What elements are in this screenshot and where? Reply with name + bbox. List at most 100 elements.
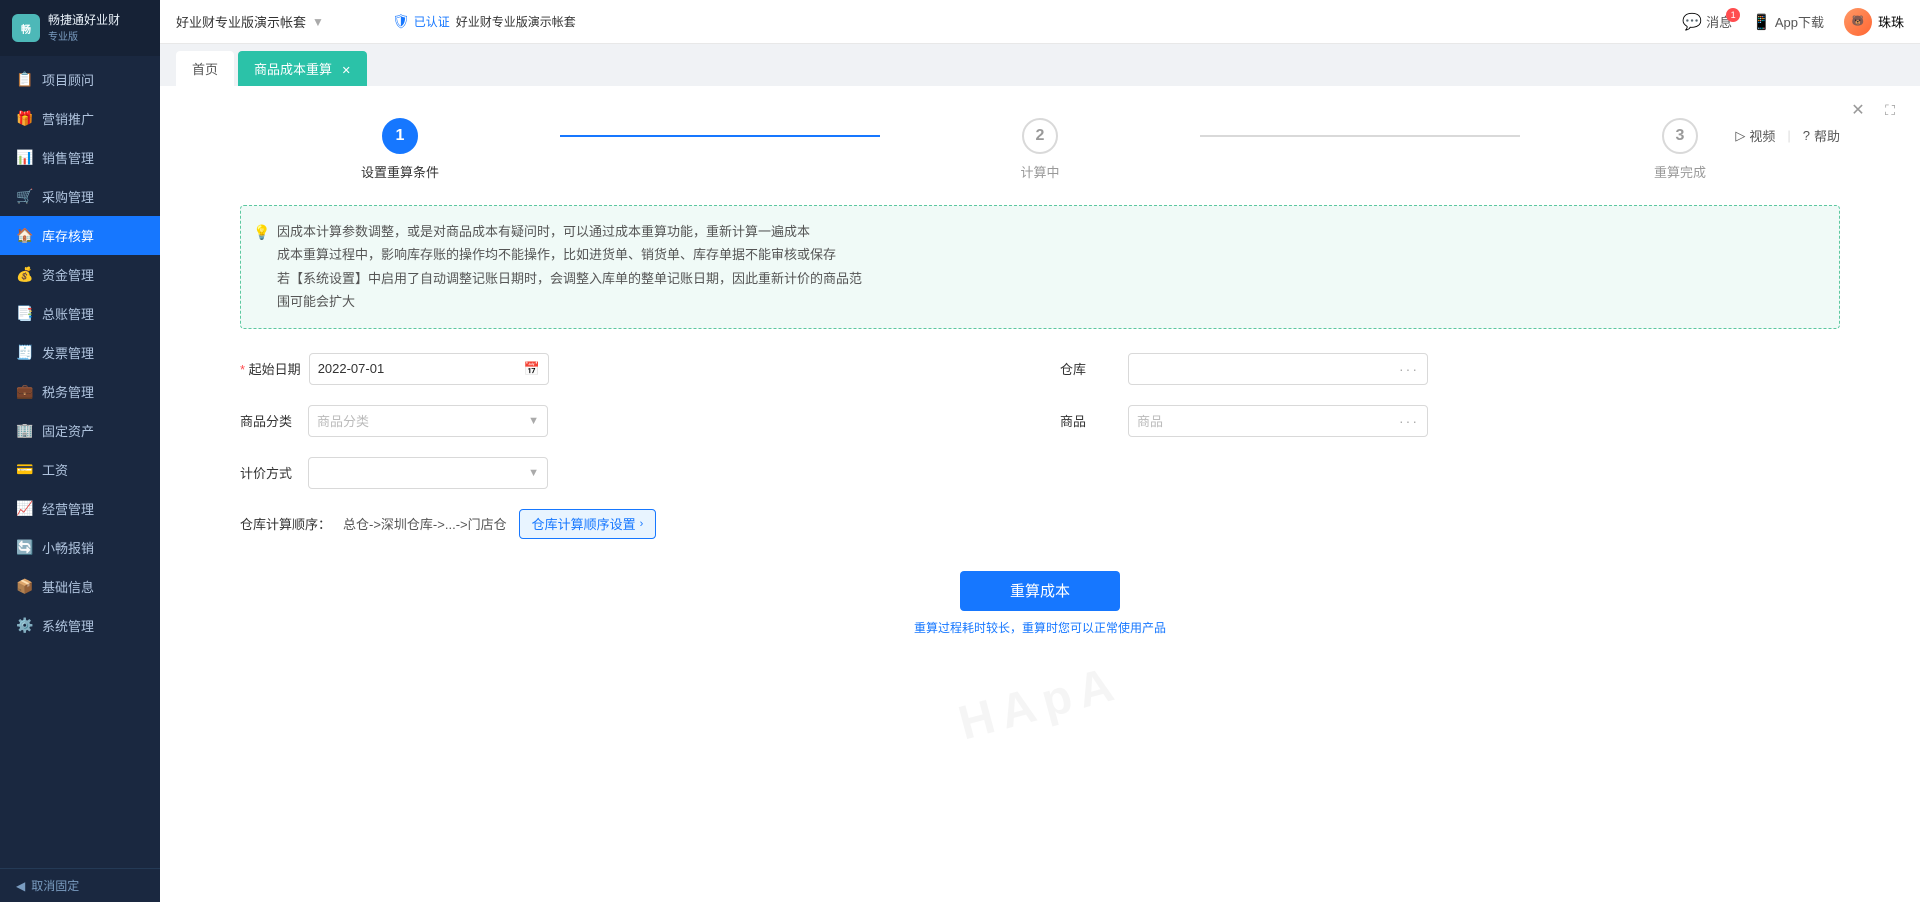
- recalc-button[interactable]: 重算成本: [960, 571, 1120, 611]
- step-1-circle: 1: [382, 118, 418, 154]
- start-date-field: 起始日期 📅: [240, 353, 1020, 385]
- play-icon: ▷: [1735, 128, 1745, 144]
- step-3-num: 3: [1676, 127, 1685, 145]
- step-3-label: 重算完成: [1654, 162, 1706, 181]
- category-placeholder: 商品分类: [317, 411, 369, 430]
- pricing-select[interactable]: ▼: [308, 457, 548, 489]
- goods-select[interactable]: 商品 ···: [1128, 405, 1428, 437]
- app-name: 畅捷通好业财: [48, 13, 120, 29]
- phone-icon: 📱: [1752, 13, 1771, 31]
- sidebar-item-label: 销售管理: [42, 148, 94, 167]
- lightbulb-icon: 💡: [253, 220, 270, 245]
- step-line-1: [560, 135, 880, 137]
- message-icon: 💬: [1682, 12, 1702, 32]
- sidebar-item-purchase[interactable]: 🛒 采购管理: [0, 177, 160, 216]
- topbar-right: 💬 消息 1 📱 App下载 🐻 珠珠: [1682, 8, 1904, 36]
- category-select[interactable]: 商品分类 ▼: [308, 405, 548, 437]
- form-container: 起始日期 📅 仓库 ··· 商品分类: [160, 353, 1920, 731]
- tab-home-label: 首页: [192, 62, 218, 77]
- recalc-hint: 重算过程耗时较长，重算时您可以正常使用产品: [240, 619, 1840, 636]
- salary-icon: 💳: [16, 461, 34, 479]
- notice-text-4: 围可能会扩大: [277, 290, 1823, 313]
- category-field: 商品分类 商品分类 ▼: [240, 405, 1020, 437]
- verified-account-name: 好业财专业版演示帐套: [456, 13, 576, 30]
- tab-close-icon[interactable]: ✕: [342, 65, 351, 77]
- sidebar-item-label: 项目顾问: [42, 70, 94, 89]
- chevron-down-icon: ▼: [528, 467, 539, 479]
- video-link[interactable]: ▷ 视频: [1735, 126, 1775, 145]
- sidebar-item-assets[interactable]: 🏢 固定资产: [0, 411, 160, 450]
- start-date-input[interactable]: 📅: [309, 353, 549, 385]
- form-row-3: 计价方式 ▼: [240, 457, 1840, 489]
- step-3-circle: 3: [1662, 118, 1698, 154]
- step-line-2: [1200, 135, 1520, 137]
- expense-icon: 🔄: [16, 539, 34, 557]
- sidebar-item-label: 固定资产: [42, 421, 94, 440]
- step-1-num: 1: [396, 127, 405, 145]
- calendar-icon: 📅: [524, 361, 540, 377]
- notice-box: 💡 因成本计算参数调整，或是对商品成本有疑问时，可以通过成本重算功能，重新计算一…: [240, 205, 1840, 329]
- verified-label: 已认证: [414, 13, 450, 30]
- sidebar-item-tax[interactable]: 💼 税务管理: [0, 372, 160, 411]
- calc-order-value: 总仓->深圳仓库->...->门店仓: [343, 514, 507, 533]
- tab-recalc[interactable]: 商品成本重算 ✕: [238, 51, 367, 86]
- sidebar-nav: 📋 项目顾问 🎁 营销推广 📊 销售管理 🛒 采购管理 🏠 库存核算 💰 资金管…: [0, 56, 160, 868]
- message-badge: 1: [1726, 8, 1740, 22]
- sidebar-item-marketing[interactable]: 🎁 营销推广: [0, 99, 160, 138]
- chevron-down-icon: ▼: [312, 15, 324, 29]
- sidebar-item-sales[interactable]: 📊 销售管理: [0, 138, 160, 177]
- sidebar-item-base[interactable]: 📦 基础信息: [0, 567, 160, 606]
- sidebar-item-invoice[interactable]: 🧾 发票管理: [0, 333, 160, 372]
- tab-home[interactable]: 首页: [176, 51, 234, 86]
- sidebar-item-ledger[interactable]: 📑 总账管理: [0, 294, 160, 333]
- tabs-bar: 首页 商品成本重算 ✕: [160, 44, 1920, 86]
- sidebar-item-label: 库存核算: [42, 226, 94, 245]
- topbar: 好业财专业版演示帐套 ▼ 🛡 已认证 好业财专业版演示帐套 💬 消息 1 📱 A…: [160, 0, 1920, 44]
- calc-order-btn-label: 仓库计算顺序设置: [532, 514, 636, 533]
- sidebar-item-label: 工资: [42, 460, 68, 479]
- chevron-right-icon: ›: [640, 518, 644, 530]
- system-icon: ⚙️: [16, 617, 34, 635]
- step-2-label: 计算中: [1020, 162, 1059, 181]
- notice-text-2: 成本重算过程中，影响库存账的操作均不能操作，比如进货单、销货单、库存单据不能审核…: [277, 243, 1823, 266]
- calc-order-label: 仓库计算顺序：: [240, 514, 331, 533]
- sidebar-item-label: 系统管理: [42, 616, 94, 635]
- user-avatar[interactable]: 🐻 珠珠: [1844, 8, 1904, 36]
- steps-container: 1 设置重算条件 2 计算中 3 重算完成 ▷: [160, 86, 1920, 205]
- main-area: 好业财专业版演示帐套 ▼ 🛡 已认证 好业财专业版演示帐套 💬 消息 1 📱 A…: [160, 0, 1920, 902]
- cart-icon: 🛒: [16, 188, 34, 206]
- sidebar-item-inventory[interactable]: 🏠 库存核算: [0, 216, 160, 255]
- sidebar-item-expense[interactable]: 🔄 小畅报销: [0, 528, 160, 567]
- account-selector[interactable]: 好业财专业版演示帐套 ▼: [176, 12, 376, 31]
- content-area: ✕ ⛶ 1 设置重算条件 2 计算中 3: [160, 86, 1920, 902]
- money-icon: 💰: [16, 266, 34, 284]
- sidebar: 畅 畅捷通好业财 专业版 📋 项目顾问 🎁 营销推广 📊 销售管理 🛒 采购管理…: [0, 0, 160, 902]
- ops-icon: 📈: [16, 500, 34, 518]
- start-date-label: 起始日期: [240, 359, 301, 378]
- sidebar-item-ops[interactable]: 📈 经营管理: [0, 489, 160, 528]
- start-date-value[interactable]: [318, 361, 524, 376]
- ledger-icon: 📑: [16, 305, 34, 323]
- pricing-label: 计价方式: [240, 463, 300, 482]
- help-link[interactable]: ? 帮助: [1803, 126, 1840, 145]
- step-2-circle: 2: [1022, 118, 1058, 154]
- chevron-down-icon: ▼: [528, 415, 539, 427]
- cancel-pin-button[interactable]: ◀ 取消固定: [0, 868, 160, 902]
- form-row-2: 商品分类 商品分类 ▼ 商品 商品 ···: [240, 405, 1840, 437]
- warehouse-field: 仓库 ···: [1060, 353, 1840, 385]
- help-icon: ?: [1803, 128, 1810, 143]
- sidebar-item-salary[interactable]: 💳 工资: [0, 450, 160, 489]
- sidebar-item-finance[interactable]: 💰 资金管理: [0, 255, 160, 294]
- sidebar-item-system[interactable]: ⚙️ 系统管理: [0, 606, 160, 645]
- base-icon: 📦: [16, 578, 34, 596]
- app-download-button[interactable]: 📱 App下载: [1752, 12, 1824, 31]
- warehouse-label: 仓库: [1060, 359, 1120, 378]
- project-icon: 📋: [16, 71, 34, 89]
- cancel-pin-label: 取消固定: [31, 877, 79, 894]
- message-button[interactable]: 💬 消息 1: [1682, 12, 1732, 32]
- sidebar-item-label: 采购管理: [42, 187, 94, 206]
- sidebar-item-project[interactable]: 📋 项目顾问: [0, 60, 160, 99]
- warehouse-select[interactable]: ···: [1128, 353, 1428, 385]
- sidebar-item-label: 资金管理: [42, 265, 94, 284]
- calc-order-settings-button[interactable]: 仓库计算顺序设置 ›: [519, 509, 657, 539]
